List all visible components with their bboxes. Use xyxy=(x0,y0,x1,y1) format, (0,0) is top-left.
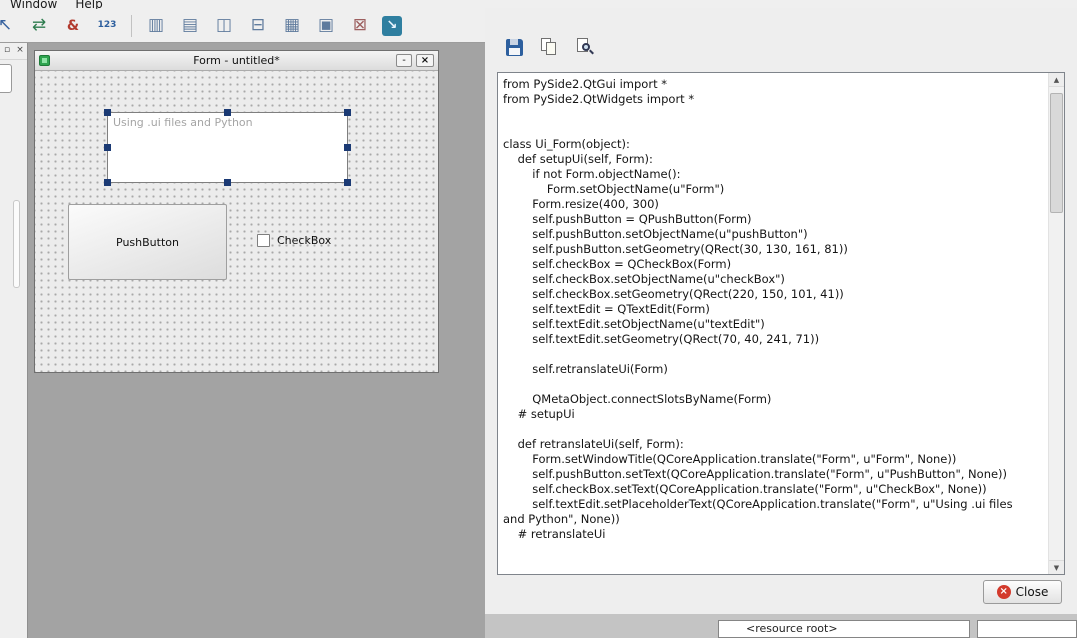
code-line: self.textEdit.setObjectName(u"textEdit") xyxy=(503,317,1048,332)
toolbar-separator xyxy=(131,15,132,37)
menu-window[interactable]: Window xyxy=(10,0,57,9)
edit-signals-slots-icon[interactable]: ⇄ xyxy=(27,14,51,38)
code-line: self.textEdit.setPlaceholderText(QCoreAp… xyxy=(503,497,1048,512)
code-dialog-toolbar xyxy=(503,36,595,58)
background-panel[interactable] xyxy=(977,620,1077,638)
selection-handle[interactable] xyxy=(104,179,111,186)
code-line: self.pushButton.setObjectName(u"pushButt… xyxy=(503,227,1048,242)
code-line: self.checkBox.setGeometry(QRect(220, 150… xyxy=(503,287,1048,302)
checkbox-label: CheckBox xyxy=(277,234,331,247)
code-line: def retranslateUi(self, Form): xyxy=(503,437,1048,452)
code-line xyxy=(503,107,1048,122)
code-line: and Python", None)) xyxy=(503,512,1048,527)
form-minimize-button[interactable]: - xyxy=(396,54,412,67)
form-canvas[interactable]: Using .ui files and Python PushButton Ch… xyxy=(35,71,438,372)
qt-designer-window: Window Help ↖ ⇄&123 ▥ ▤ ◫ ⊟ ▦ ▣ ⊠ ↘ ▫ × Form - unt… xyxy=(0,0,1077,638)
form-close-button[interactable]: × xyxy=(416,54,434,67)
scrollbar-thumb[interactable] xyxy=(1050,93,1063,213)
checkbox-widget[interactable]: CheckBox xyxy=(257,234,331,247)
widget-box-dock: ▫ × xyxy=(0,43,28,638)
scrollbar-up-icon[interactable]: ▲ xyxy=(1049,73,1064,87)
close-dialog-button[interactable]: × Close xyxy=(983,580,1062,604)
code-line: self.textEdit = QTextEdit(Form) xyxy=(503,302,1048,317)
form-titlebar[interactable]: Form - untitled* - × xyxy=(35,51,438,71)
edit-widgets-icon[interactable]: ↖ xyxy=(0,14,17,38)
layout-vertically-icon[interactable]: ▤ xyxy=(178,14,202,38)
code-line: self.textEdit.setGeometry(QRect(70, 40, … xyxy=(503,332,1048,347)
widget-filter-input[interactable] xyxy=(0,64,12,93)
selection-handle[interactable] xyxy=(344,109,351,116)
layout-horizontally-icon[interactable]: ▥ xyxy=(144,14,168,38)
layout-vertically-in-splitter-icon[interactable]: ⊟ xyxy=(246,14,270,38)
code-preview-dialog: from PySide2.QtGui import *from PySide2.… xyxy=(485,8,1077,614)
code-line: Form.resize(400, 300) xyxy=(503,197,1048,212)
code-view[interactable]: from PySide2.QtGui import *from PySide2.… xyxy=(497,72,1065,575)
copy-icon xyxy=(540,38,558,56)
code-text: from PySide2.QtGui import *from PySide2.… xyxy=(498,73,1048,574)
dock-scrollbar[interactable] xyxy=(13,200,20,288)
code-line xyxy=(503,422,1048,437)
code-line: if not Form.objectName(): xyxy=(503,167,1048,182)
close-button-label: Close xyxy=(1016,585,1049,599)
code-line: from PySide2.QtGui import * xyxy=(503,77,1048,92)
dock-controls: ▫ × xyxy=(0,43,27,60)
form-window-title: Form - untitled* xyxy=(35,54,438,67)
find-button[interactable] xyxy=(573,36,595,58)
close-circle-icon: × xyxy=(997,585,1011,599)
layout-in-grid-icon[interactable]: ▦ xyxy=(280,14,304,38)
selection-handle[interactable] xyxy=(104,109,111,116)
form-designer-window: Form - untitled* - × Using .ui files and… xyxy=(34,50,439,373)
selection-handle[interactable] xyxy=(344,144,351,151)
background-dock-strip: <resource root> xyxy=(485,614,1077,638)
edit-tab-order-icon[interactable]: 123 xyxy=(95,14,119,38)
adjust-size-icon[interactable]: ↘ xyxy=(382,16,402,36)
dock-close-icon[interactable]: × xyxy=(15,45,25,56)
vertical-scrollbar[interactable]: ▲ ▼ xyxy=(1048,73,1064,574)
pushbutton-widget[interactable]: PushButton xyxy=(68,204,227,280)
resource-root-item[interactable]: <resource root> xyxy=(718,620,970,638)
code-line: self.retranslateUi(Form) xyxy=(503,362,1048,377)
code-line: self.checkBox.setObjectName(u"checkBox") xyxy=(503,272,1048,287)
code-line xyxy=(503,377,1048,392)
dock-float-icon[interactable]: ▫ xyxy=(2,45,12,56)
code-line: self.pushButton.setText(QCoreApplication… xyxy=(503,467,1048,482)
layout-in-form-icon[interactable]: ▣ xyxy=(314,14,338,38)
copy-button[interactable] xyxy=(538,36,560,58)
code-line xyxy=(503,122,1048,137)
code-line: # retranslateUi xyxy=(503,527,1048,542)
menu-help[interactable]: Help xyxy=(75,0,102,9)
break-layout-icon[interactable]: ⊠ xyxy=(348,14,372,38)
checkbox-indicator[interactable] xyxy=(257,234,270,247)
code-line: self.pushButton.setGeometry(QRect(30, 13… xyxy=(503,242,1048,257)
code-line: from PySide2.QtWidgets import * xyxy=(503,92,1048,107)
code-line xyxy=(503,347,1048,362)
code-line: self.checkBox.setText(QCoreApplication.t… xyxy=(503,482,1048,497)
code-line: self.pushButton = QPushButton(Form) xyxy=(503,212,1048,227)
save-icon xyxy=(506,39,523,56)
code-line: # setupUi xyxy=(503,407,1048,422)
selection-handle[interactable] xyxy=(344,179,351,186)
code-line: self.checkBox = QCheckBox(Form) xyxy=(503,257,1048,272)
edit-buddies-icon[interactable]: & xyxy=(61,14,85,38)
textedit-placeholder: Using .ui files and Python xyxy=(113,116,253,129)
code-line: class Ui_Form(object): xyxy=(503,137,1048,152)
selection-handle[interactable] xyxy=(224,109,231,116)
scrollbar-down-icon[interactable]: ▼ xyxy=(1049,560,1064,574)
layout-horizontally-in-splitter-icon[interactable]: ◫ xyxy=(212,14,236,38)
code-line: Form.setObjectName(u"Form") xyxy=(503,182,1048,197)
selection-handle[interactable] xyxy=(104,144,111,151)
code-line: Form.setWindowTitle(QCoreApplication.tra… xyxy=(503,452,1048,467)
selection-handle[interactable] xyxy=(224,179,231,186)
find-preview-icon xyxy=(575,38,594,57)
save-button[interactable] xyxy=(503,36,525,58)
code-line: def setupUi(self, Form): xyxy=(503,152,1048,167)
code-line: QMetaObject.connectSlotsByName(Form) xyxy=(503,392,1048,407)
textedit-widget[interactable]: Using .ui files and Python xyxy=(107,112,348,183)
